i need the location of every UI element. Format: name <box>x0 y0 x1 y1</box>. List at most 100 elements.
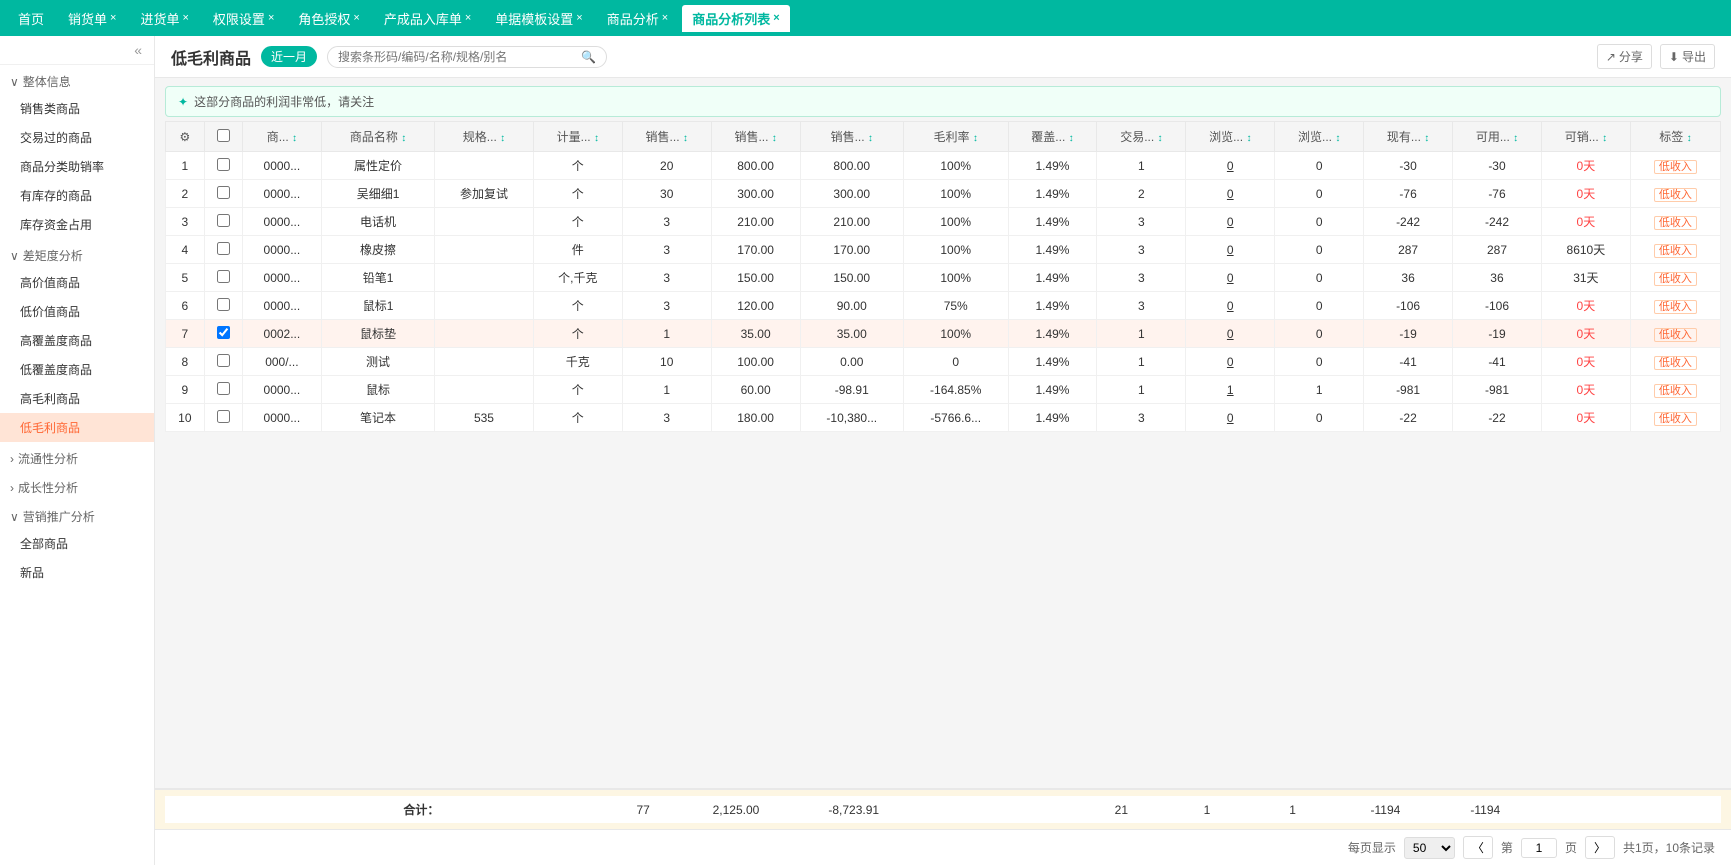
nav-close-role[interactable]: × <box>353 12 359 24</box>
row-view1[interactable]: 0 <box>1186 180 1275 208</box>
row-view1[interactable]: 1 <box>1186 376 1275 404</box>
nav-purchase[interactable]: 进货单× <box>130 5 198 32</box>
nav-close-sales[interactable]: × <box>110 12 116 24</box>
row-checkbox[interactable] <box>204 292 242 320</box>
row-checkbox[interactable] <box>204 152 242 180</box>
col-unit[interactable]: 计量... ↕ <box>533 122 622 152</box>
row-sellable: 31天 <box>1541 264 1630 292</box>
row-sale-amount: 800.00 <box>800 152 903 180</box>
row-checkbox[interactable] <box>204 320 242 348</box>
col-sale-amount[interactable]: 销售... ↕ <box>800 122 903 152</box>
nav-close-goods-analysis-list[interactable]: × <box>773 12 779 24</box>
sidebar-item-high-margin[interactable]: 高毛利商品 <box>0 384 154 413</box>
sidebar-item-all-goods[interactable]: 全部商品 <box>0 529 154 558</box>
next-page-btn[interactable]: 〉 <box>1585 836 1615 859</box>
col-sale-qty[interactable]: 销售... ↕ <box>622 122 711 152</box>
nav-permission[interactable]: 权限设置× <box>203 5 284 32</box>
nav-goods-analysis[interactable]: 商品分析× <box>597 5 678 32</box>
row-checkbox[interactable] <box>204 348 242 376</box>
nav-product-in[interactable]: 产成品入库单× <box>374 5 481 32</box>
sidebar-item-new-goods[interactable]: 新品 <box>0 558 154 587</box>
row-check-9[interactable] <box>217 410 230 423</box>
search-input[interactable] <box>338 50 576 64</box>
row-view1[interactable]: 0 <box>1186 236 1275 264</box>
row-view2: 0 <box>1275 208 1364 236</box>
row-check-5[interactable] <box>217 298 230 311</box>
col-spec[interactable]: 规格... ↕ <box>435 122 534 152</box>
nav-close-template[interactable]: × <box>576 12 582 24</box>
col-settings[interactable]: ⚙ <box>166 122 205 152</box>
row-view1[interactable]: 0 <box>1186 292 1275 320</box>
nav-role[interactable]: 角色授权× <box>288 5 369 32</box>
sidebar-item-stocked-goods[interactable]: 有库存的商品 <box>0 181 154 210</box>
row-check-3[interactable] <box>217 242 230 255</box>
row-coverage: 1.49% <box>1008 180 1097 208</box>
row-checkbox[interactable] <box>204 180 242 208</box>
col-gross-margin[interactable]: 毛利率 ↕ <box>903 122 1008 152</box>
sidebar-item-low-margin[interactable]: 低毛利商品 <box>0 413 154 442</box>
share-icon: ↗ <box>1606 50 1616 64</box>
sidebar-item-low-value[interactable]: 低价值商品 <box>0 297 154 326</box>
col-current[interactable]: 现有... ↕ <box>1364 122 1453 152</box>
row-check-8[interactable] <box>217 382 230 395</box>
col-checkbox[interactable] <box>204 122 242 152</box>
row-sale-amount: -98.91 <box>800 376 903 404</box>
sidebar-item-high-value[interactable]: 高价值商品 <box>0 268 154 297</box>
row-check-4[interactable] <box>217 270 230 283</box>
nav-close-permission[interactable]: × <box>268 12 274 24</box>
nav-home[interactable]: 首页 <box>8 5 54 32</box>
row-check-2[interactable] <box>217 214 230 227</box>
row-checkbox[interactable] <box>204 264 242 292</box>
col-sale-price[interactable]: 销售... ↕ <box>711 122 800 152</box>
row-checkbox[interactable] <box>204 208 242 236</box>
search-icon[interactable]: 🔍 <box>581 50 596 64</box>
sidebar-item-traded-goods[interactable]: 交易过的商品 <box>0 123 154 152</box>
prev-page-btn[interactable]: 〈 <box>1463 836 1493 859</box>
row-current: -22 <box>1364 404 1453 432</box>
select-all-checkbox[interactable] <box>217 129 230 142</box>
export-button[interactable]: ⬇ 导出 <box>1660 44 1715 69</box>
row-view1[interactable]: 0 <box>1186 320 1275 348</box>
row-view1[interactable]: 0 <box>1186 152 1275 180</box>
page-size-select[interactable]: 50 100 200 <box>1404 837 1455 859</box>
row-code: 0000... <box>242 180 321 208</box>
share-button[interactable]: ↗ 分享 <box>1597 44 1652 69</box>
sidebar-item-high-coverage[interactable]: 高覆盖度商品 <box>0 326 154 355</box>
row-spec <box>435 376 534 404</box>
row-coverage: 1.49% <box>1008 208 1097 236</box>
sidebar-item-low-coverage[interactable]: 低覆盖度商品 <box>0 355 154 384</box>
row-trade: 1 <box>1097 152 1186 180</box>
row-check-0[interactable] <box>217 158 230 171</box>
sidebar-item-stock-capital[interactable]: 库存资金占用 <box>0 210 154 239</box>
row-view1[interactable]: 0 <box>1186 348 1275 376</box>
nav-close-goods-analysis[interactable]: × <box>662 12 668 24</box>
row-check-6[interactable] <box>217 326 230 339</box>
sidebar-item-sales-goods[interactable]: 销售类商品 <box>0 94 154 123</box>
row-checkbox[interactable] <box>204 376 242 404</box>
nav-close-purchase[interactable]: × <box>182 12 188 24</box>
row-checkbox[interactable] <box>204 404 242 432</box>
sidebar-item-category-rate[interactable]: 商品分类助销率 <box>0 152 154 181</box>
col-tag[interactable]: 标签 ↕ <box>1630 122 1720 152</box>
nav-goods-analysis-list[interactable]: 商品分析列表× <box>682 5 789 32</box>
row-check-1[interactable] <box>217 186 230 199</box>
col-name[interactable]: 商品名称 ↕ <box>321 122 434 152</box>
col-available[interactable]: 可用... ↕ <box>1453 122 1542 152</box>
col-trade[interactable]: 交易... ↕ <box>1097 122 1186 152</box>
nav-sales[interactable]: 销货单× <box>58 5 126 32</box>
row-check-7[interactable] <box>217 354 230 367</box>
col-view1[interactable]: 浏览... ↕ <box>1186 122 1275 152</box>
time-filter-btn[interactable]: 近一月 <box>261 46 317 67</box>
col-code[interactable]: 商... ↕ <box>242 122 321 152</box>
col-coverage[interactable]: 覆盖... ↕ <box>1008 122 1097 152</box>
row-checkbox[interactable] <box>204 236 242 264</box>
row-view1[interactable]: 0 <box>1186 208 1275 236</box>
page-input[interactable] <box>1521 838 1557 858</box>
nav-close-product-in[interactable]: × <box>465 12 471 24</box>
sidebar-collapse-btn[interactable]: « <box>130 42 146 58</box>
nav-template[interactable]: 单据模板设置× <box>485 5 592 32</box>
row-view1[interactable]: 0 <box>1186 264 1275 292</box>
col-view2[interactable]: 浏览... ↕ <box>1275 122 1364 152</box>
row-view1[interactable]: 0 <box>1186 404 1275 432</box>
col-sellable[interactable]: 可销... ↕ <box>1541 122 1630 152</box>
